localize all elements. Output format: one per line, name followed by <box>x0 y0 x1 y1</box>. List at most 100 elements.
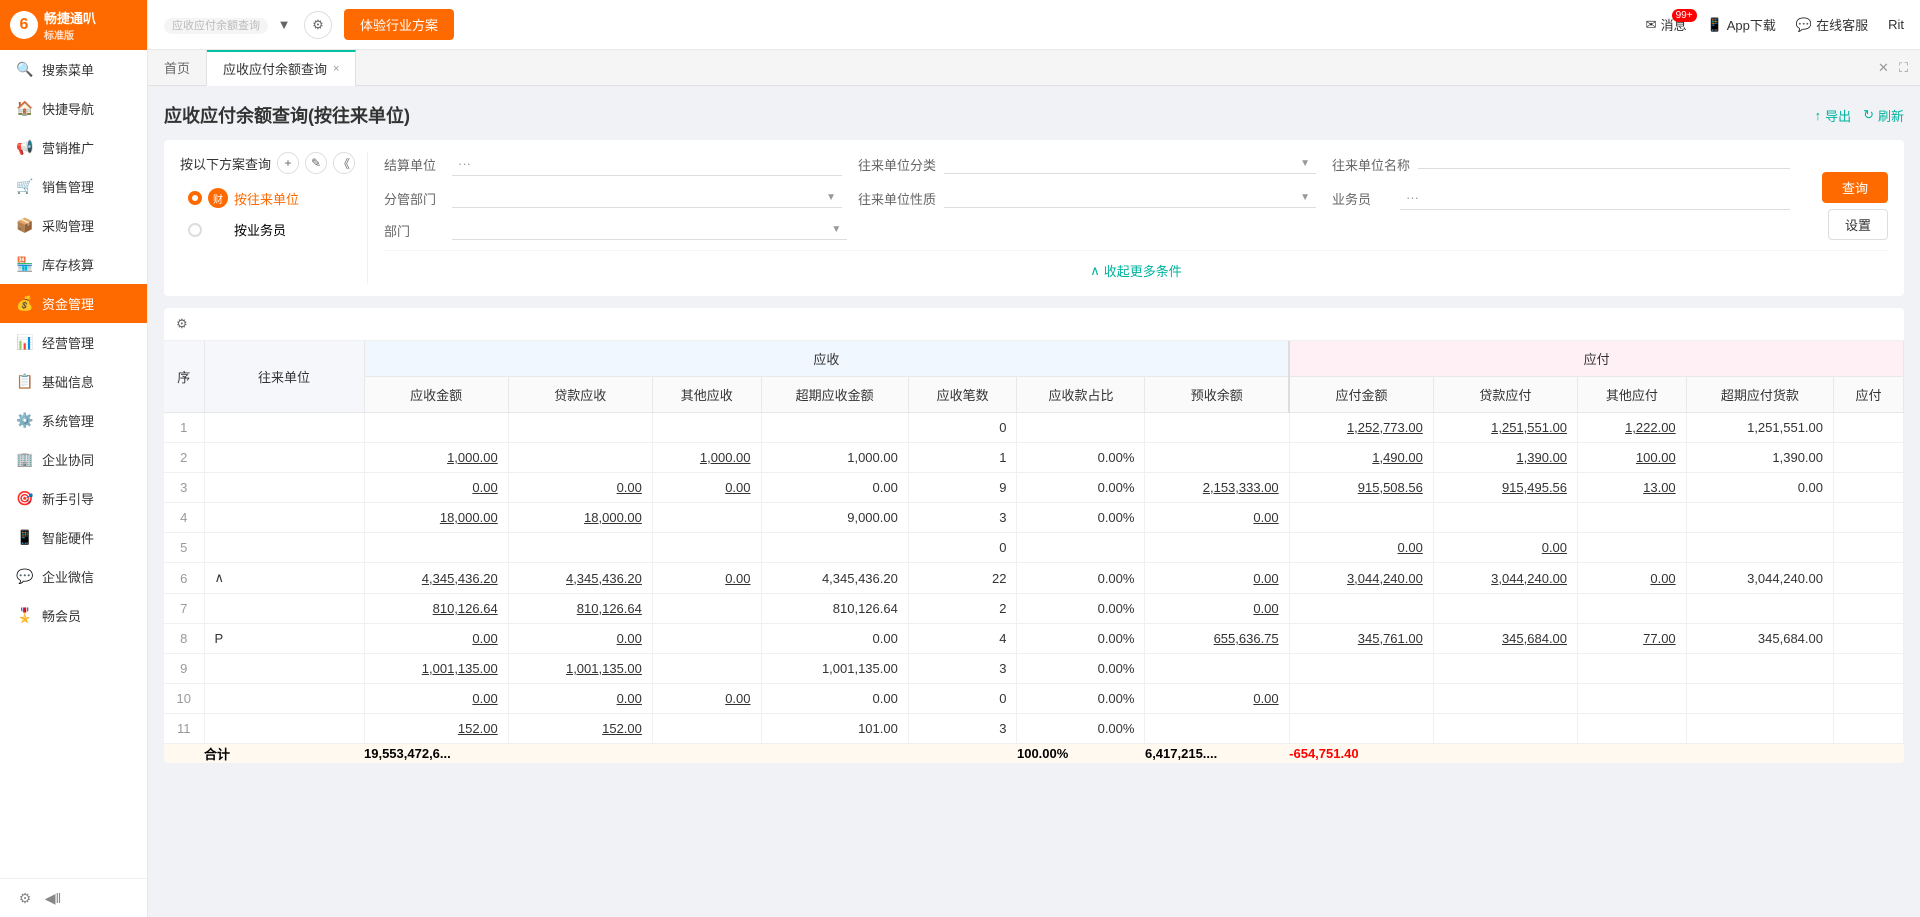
cell-ar-loan[interactable]: 18,000.00 <box>508 503 652 533</box>
sidebar-item-sales[interactable]: 🛒 销售管理 <box>0 167 147 206</box>
filter-input-dept[interactable]: ▼ <box>452 188 842 208</box>
cell-ar-loan[interactable]: 152.00 <box>508 714 652 744</box>
topbar-gear-button[interactable]: ⚙ <box>304 11 332 39</box>
cell-ar-prepay[interactable]: 0.00 <box>1145 563 1289 594</box>
cell-ap-other[interactable]: 0.00 <box>1578 563 1687 594</box>
filter-input-settlement[interactable]: ··· <box>452 152 842 176</box>
collapse-more-button[interactable]: ∧ 收起更多条件 <box>384 257 1888 284</box>
tab-home[interactable]: 首页 <box>148 50 207 86</box>
scheme-collapse-button[interactable]: 《 <box>333 152 355 174</box>
table-settings-icon[interactable]: ⚙ <box>176 316 188 331</box>
scheme-add-button[interactable]: + <box>277 152 299 174</box>
export-button[interactable]: ↑ 导出 <box>1815 106 1852 125</box>
sidebar-item-quick[interactable]: 🏠 快捷导航 <box>0 89 147 128</box>
sidebar-item-inventory[interactable]: 🏪 库存核算 <box>0 245 147 284</box>
tabbar-close-icon[interactable]: ✕ <box>1878 60 1889 76</box>
sidebar-item-wechat[interactable]: 💬 企业微信 <box>0 557 147 596</box>
topbar-message-button[interactable]: ✉ 消息 99+ <box>1646 15 1687 34</box>
sidebar-item-hardware[interactable]: 📱 智能硬件 <box>0 518 147 557</box>
scheme-option-by-staff[interactable]: 按业务员 <box>180 216 355 243</box>
refresh-button[interactable]: ↻ 刷新 <box>1863 106 1904 125</box>
cell-ar-loan[interactable]: 4,345,436.20 <box>508 563 652 594</box>
cell-ar-amount[interactable]: 1,000.00 <box>364 443 508 473</box>
filter-input-partner-nature[interactable]: ▼ <box>944 188 1316 208</box>
topbar-user[interactable]: Rit <box>1888 17 1904 32</box>
cell-ar-loan[interactable]: 1,001,135.00 <box>508 654 652 684</box>
sidebar-item-system[interactable]: ⚙️ 系统管理 <box>0 401 147 440</box>
sidebar-item-member[interactable]: 🎖️ 畅会员 <box>0 596 147 635</box>
filter-input-salesperson[interactable]: ··· <box>1400 186 1790 210</box>
cell-ap-loan[interactable]: 1,251,551.00 <box>1433 413 1577 443</box>
topbar-left: 应收应付余额查询 ▼ ⚙ 体验行业方案 <box>164 9 1646 40</box>
table-row: 11152.00152.00101.0030.00% <box>164 714 1904 744</box>
cell-ap-amount <box>1289 714 1433 744</box>
topbar-app-download[interactable]: 📱 App下载 <box>1707 15 1776 34</box>
tab-ar-ap[interactable]: 应收应付余额查询 × <box>207 50 356 86</box>
cell-ap-other[interactable]: 13.00 <box>1578 473 1687 503</box>
cell-ar-loan[interactable]: 0.00 <box>508 624 652 654</box>
refresh-icon: ↻ <box>1863 107 1874 123</box>
tabbar-expand-icon[interactable]: ⛶ <box>1899 60 1908 76</box>
cell-ar-amount[interactable]: 18,000.00 <box>364 503 508 533</box>
cell-ap-other[interactable]: 77.00 <box>1578 624 1687 654</box>
filter-arrow-subdept: ▼ <box>831 224 841 235</box>
cell-ap-loan[interactable]: 1,390.00 <box>1433 443 1577 473</box>
cell-ar-amount[interactable]: 1,001,135.00 <box>364 654 508 684</box>
cell-ar-loan[interactable]: 810,126.64 <box>508 594 652 624</box>
cell-ap-loan[interactable]: 0.00 <box>1433 533 1577 563</box>
sidebar-item-marketing[interactable]: 📢 营销推广 <box>0 128 147 167</box>
cell-ar-amount[interactable]: 0.00 <box>364 624 508 654</box>
cell-ar-other[interactable]: 0.00 <box>652 473 761 503</box>
collapse-up-icon: ∧ <box>1090 263 1100 279</box>
cell-ar-other[interactable]: 0.00 <box>652 563 761 594</box>
industry-solution-button[interactable]: 体验行业方案 <box>344 9 454 40</box>
filter-input-partner-cat[interactable]: ▼ <box>944 154 1316 174</box>
settings-button[interactable]: 设置 <box>1828 209 1888 240</box>
cell-ar-amount[interactable]: 810,126.64 <box>364 594 508 624</box>
cell-ar-amount[interactable]: 0.00 <box>364 684 508 714</box>
cell-ar-amount[interactable]: 4,345,436.20 <box>364 563 508 594</box>
cell-ar-amount[interactable]: 0.00 <box>364 473 508 503</box>
cell-ap-amount[interactable]: 345,761.00 <box>1289 624 1433 654</box>
topbar-dropdown-icon[interactable]: ▼ <box>276 17 292 33</box>
cell-ap-other[interactable]: 100.00 <box>1578 443 1687 473</box>
cell-ap-loan[interactable]: 915,495.56 <box>1433 473 1577 503</box>
cell-ar-overdue: 1,000.00 <box>761 443 908 473</box>
scheme-option-by-unit[interactable]: 财 按往来单位 <box>180 184 355 212</box>
cell-ap-amount[interactable]: 3,044,240.00 <box>1289 563 1433 594</box>
sidebar-item-search[interactable]: 🔍 搜索菜单 <box>0 50 147 89</box>
cell-ar-prepay[interactable]: 0.00 <box>1145 594 1289 624</box>
cell-ap-amount[interactable]: 0.00 <box>1289 533 1433 563</box>
cell-ar-loan[interactable]: 0.00 <box>508 473 652 503</box>
cell-ar-amount[interactable]: 152.00 <box>364 714 508 744</box>
cell-ap-loan[interactable]: 345,684.00 <box>1433 624 1577 654</box>
cell-ap-other[interactable]: 1,222.00 <box>1578 413 1687 443</box>
sidebar-item-operation[interactable]: 📊 经营管理 <box>0 323 147 362</box>
query-button[interactable]: 查询 <box>1822 172 1888 203</box>
sidebar-collapse-icon[interactable]: ◀‖ <box>44 889 62 907</box>
sidebar-item-guide[interactable]: 🎯 新手引导 <box>0 479 147 518</box>
cell-ar-prepay[interactable]: 0.00 <box>1145 503 1289 533</box>
cell-ap-amount[interactable]: 1,490.00 <box>1289 443 1433 473</box>
sidebar-gear-icon[interactable]: ⚙ <box>16 889 34 907</box>
cell-ar-prepay[interactable]: 0.00 <box>1145 684 1289 714</box>
sidebar-item-capital[interactable]: 💰 资金管理 <box>0 284 147 323</box>
filter-input-partner-name[interactable] <box>1418 160 1790 169</box>
scheme-edit-button[interactable]: ✎ <box>305 152 327 174</box>
cell-ap-amount[interactable]: 1,252,773.00 <box>1289 413 1433 443</box>
cell-ar-prepay[interactable]: 2,153,333.00 <box>1145 473 1289 503</box>
cell-ar-other[interactable]: 0.00 <box>652 684 761 714</box>
topbar-online-service[interactable]: 💬 在线客服 <box>1796 15 1868 34</box>
sidebar-item-purchase[interactable]: 📦 采购管理 <box>0 206 147 245</box>
cell-ar-loan[interactable]: 0.00 <box>508 684 652 714</box>
cell-ar-prepay[interactable]: 655,636.75 <box>1145 624 1289 654</box>
tab-ar-ap-close-icon[interactable]: × <box>333 63 339 75</box>
scheme-label: 按以下方案查询 <box>180 154 271 173</box>
scheme-label-by-unit: 按往来单位 <box>234 189 299 208</box>
sidebar-item-basic[interactable]: 📋 基础信息 <box>0 362 147 401</box>
cell-ap-loan[interactable]: 3,044,240.00 <box>1433 563 1577 594</box>
cell-ar-other[interactable]: 1,000.00 <box>652 443 761 473</box>
filter-input-subdept[interactable]: ▼ <box>452 220 847 240</box>
sidebar-item-corp[interactable]: 🏢 企业协同 <box>0 440 147 479</box>
cell-ap-amount[interactable]: 915,508.56 <box>1289 473 1433 503</box>
